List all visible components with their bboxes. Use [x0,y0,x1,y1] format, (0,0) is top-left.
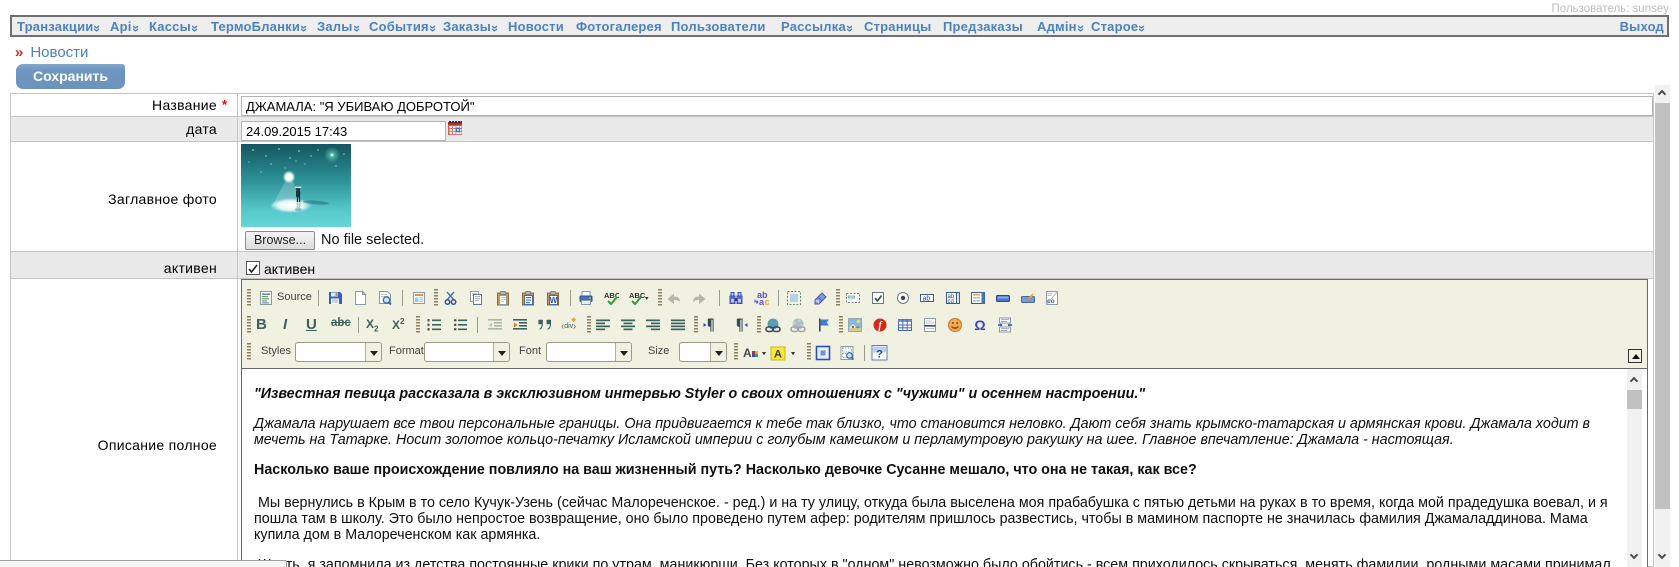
svg-text:cd: cd [948,299,954,305]
svg-text:›: › [573,321,576,332]
svg-text:Ω: Ω [974,317,985,333]
svg-text:co: co [1047,298,1055,305]
svg-text:ABC: ABC [629,291,646,300]
svg-text:ab: ab [923,296,931,303]
svg-text:A: A [743,346,752,360]
svg-text:c: c [765,297,770,306]
svg-text:?: ? [876,349,883,361]
svg-text:W: W [550,296,558,305]
svg-text:A: A [774,349,782,361]
